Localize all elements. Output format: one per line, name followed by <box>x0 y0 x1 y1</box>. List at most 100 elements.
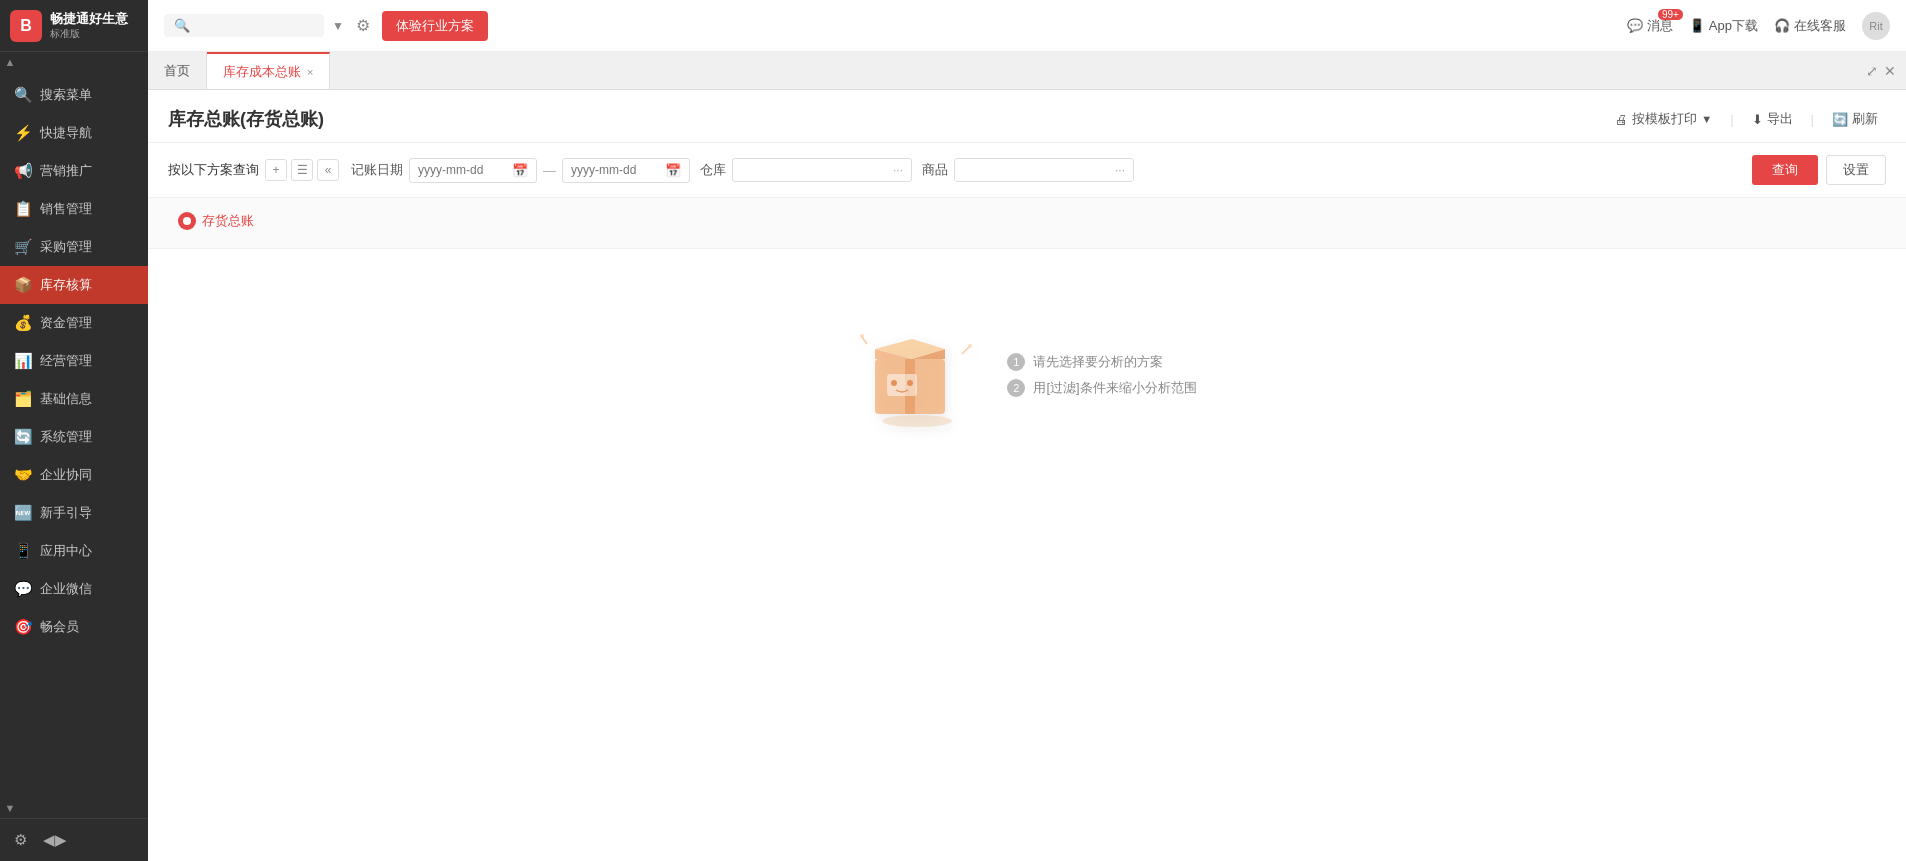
tab-inventory-ledger[interactable]: 库存成本总账 × <box>207 52 330 89</box>
sidebar-label-system: 系统管理 <box>40 428 92 446</box>
mobile-icon: 📱 <box>1689 18 1705 33</box>
app-title: 畅捷通好生意 <box>50 11 128 28</box>
online-support-action[interactable]: 🎧 在线客服 <box>1774 17 1846 35</box>
date-start-input-box[interactable]: 📅 <box>409 158 537 183</box>
sidebar-icon-wechat: 💬 <box>14 580 32 598</box>
sidebar-item-purchase[interactable]: 🛒 采购管理 <box>0 228 148 266</box>
print-icon: 🖨 <box>1615 112 1628 127</box>
svg-point-6 <box>907 380 913 386</box>
sidebar-label-search: 搜索菜单 <box>40 86 92 104</box>
tab-close-all-icon[interactable]: ✕ <box>1884 63 1896 79</box>
sidebar: B 畅捷通好生意 标准版 ▲ 🔍 搜索菜单 ⚡ 快捷导航 📢 营销推广 📋 销售… <box>0 0 148 861</box>
date-filter-group: 记账日期 📅 — 📅 <box>351 158 690 183</box>
add-scheme-btn[interactable]: + <box>265 159 287 181</box>
topbar-actions: 💬 消息 99+ 📱 App下载 🎧 在线客服 Rit <box>1627 12 1890 40</box>
sidebar-icon-app-center: 📱 <box>14 542 32 560</box>
export-btn[interactable]: ⬇ 导出 <box>1744 106 1801 132</box>
sidebar-icon-sales: 📋 <box>14 200 32 218</box>
tabs-bar: 首页 库存成本总账 × ⤢ ✕ <box>148 52 1906 90</box>
sidebar-item-sales[interactable]: 📋 销售管理 <box>0 190 148 228</box>
print-btn[interactable]: 🖨 按模板打印 ▼ <box>1607 106 1720 132</box>
gear-icon[interactable]: ⚙ <box>356 16 370 35</box>
goods-filter-group: 商品 ··· <box>922 158 1134 182</box>
search-icon: 🔍 <box>174 18 190 33</box>
sidebar-icon-purchase: 🛒 <box>14 238 32 256</box>
settings-btn[interactable]: 设置 <box>1826 155 1886 185</box>
sidebar-item-wechat[interactable]: 💬 企业微信 <box>0 570 148 608</box>
tab-close-icon[interactable]: × <box>307 66 313 78</box>
scroll-up-arrow[interactable]: ▲ <box>0 52 20 72</box>
search-input[interactable] <box>194 18 314 33</box>
collapse-scheme-btn[interactable]: « <box>317 159 339 181</box>
sidebar-item-system[interactable]: 🔄 系统管理 <box>0 418 148 456</box>
hint-num-2: 2 <box>1007 379 1025 397</box>
calendar-start-icon[interactable]: 📅 <box>512 163 528 178</box>
sidebar-item-cooperation[interactable]: 🤝 企业协同 <box>0 456 148 494</box>
sidebar-item-marketing[interactable]: 📢 营销推广 <box>0 152 148 190</box>
filter-bar: 按以下方案查询 + ☰ « 记账日期 📅 — � <box>148 143 1906 198</box>
sidebar-item-search[interactable]: 🔍 搜索菜单 <box>0 76 148 114</box>
sidebar-item-member[interactable]: 🎯 畅会员 <box>0 608 148 646</box>
sidebar-item-finance[interactable]: 💰 资金管理 <box>0 304 148 342</box>
message-action[interactable]: 💬 消息 99+ <box>1627 17 1673 35</box>
sidebar-label-wechat: 企业微信 <box>40 580 92 598</box>
chevron-down-icon[interactable]: ▼ <box>332 19 344 33</box>
scheme-item-label: 存货总账 <box>202 212 254 230</box>
goods-more-icon[interactable]: ··· <box>1115 163 1125 177</box>
sidebar-item-quick-nav[interactable]: ⚡ 快捷导航 <box>0 114 148 152</box>
scheme-item-inventory-total[interactable]: 存货总账 <box>168 206 264 236</box>
scheme-panel: 存货总账 <box>148 198 1906 249</box>
print-dropdown-icon[interactable]: ▼ <box>1701 113 1712 125</box>
sidebar-item-guide[interactable]: 🆕 新手引导 <box>0 494 148 532</box>
message-badge: 99+ <box>1658 9 1683 20</box>
svg-point-5 <box>891 380 897 386</box>
date-end-input-box[interactable]: 📅 <box>562 158 690 183</box>
svg-point-10 <box>968 344 972 348</box>
calendar-end-icon[interactable]: 📅 <box>665 163 681 178</box>
refresh-icon: 🔄 <box>1832 112 1848 127</box>
sidebar-label-operations: 经营管理 <box>40 352 92 370</box>
sidebar-icon-finance: 💰 <box>14 314 32 332</box>
sidebar-nav: 🔍 搜索菜单 ⚡ 快捷导航 📢 营销推广 📋 销售管理 🛒 采购管理 📦 库存核… <box>0 72 148 798</box>
topbar: 🔍 ▼ ⚙ 体验行业方案 💬 消息 99+ 📱 App下载 🎧 在线客服 Rit <box>148 0 1906 52</box>
collapse-icon[interactable]: ◀▶ <box>43 831 67 849</box>
settings-icon[interactable]: ⚙ <box>14 831 27 849</box>
sidebar-label-cooperation: 企业协同 <box>40 466 92 484</box>
empty-state: 1 请先选择要分析的方案 2 用[过滤]条件来缩小分析范围 <box>148 249 1906 509</box>
search-box[interactable]: 🔍 <box>164 14 324 37</box>
empty-hint-2: 2 用[过滤]条件来缩小分析范围 <box>1007 379 1196 397</box>
goods-label: 商品 <box>922 161 948 179</box>
page-header: 库存总账(存货总账) 🖨 按模板打印 ▼ | ⬇ 导出 | 🔄 刷新 <box>148 90 1906 143</box>
warehouse-more-icon[interactable]: ··· <box>893 163 903 177</box>
sidebar-icon-system: 🔄 <box>14 428 32 446</box>
svg-point-9 <box>860 334 864 338</box>
warehouse-selector[interactable]: ··· <box>732 158 912 182</box>
sidebar-icon-cooperation: 🤝 <box>14 466 32 484</box>
sidebar-item-inventory[interactable]: 📦 库存核算 <box>0 266 148 304</box>
app-download-action[interactable]: 📱 App下载 <box>1689 17 1758 35</box>
refresh-btn[interactable]: 🔄 刷新 <box>1824 106 1886 132</box>
svg-point-1 <box>882 415 952 427</box>
goods-selector[interactable]: ··· <box>954 158 1134 182</box>
filter-label: 按以下方案查询 <box>168 161 259 179</box>
page-header-actions: 🖨 按模板打印 ▼ | ⬇ 导出 | 🔄 刷新 <box>1607 106 1886 132</box>
sidebar-item-app-center[interactable]: 📱 应用中心 <box>0 532 148 570</box>
query-btn[interactable]: 查询 <box>1752 155 1818 185</box>
hint-num-1: 1 <box>1007 353 1025 371</box>
sidebar-item-basic-info[interactable]: 🗂️ 基础信息 <box>0 380 148 418</box>
tab-expand-icon[interactable]: ⤢ <box>1866 63 1878 79</box>
date-start-input[interactable] <box>418 163 508 177</box>
tab-home[interactable]: 首页 <box>148 52 207 89</box>
empty-hint-1: 1 请先选择要分析的方案 <box>1007 353 1196 371</box>
manage-scheme-btn[interactable]: ☰ <box>291 159 313 181</box>
sidebar-label-basic-info: 基础信息 <box>40 390 92 408</box>
app-subtitle: 标准版 <box>50 27 128 40</box>
sidebar-item-operations[interactable]: 📊 经营管理 <box>0 342 148 380</box>
date-end-input[interactable] <box>571 163 661 177</box>
scroll-down-arrow[interactable]: ▼ <box>0 798 20 818</box>
sidebar-icon-marketing: 📢 <box>14 162 32 180</box>
industry-btn[interactable]: 体验行业方案 <box>382 11 488 41</box>
filter-scheme-section: 按以下方案查询 + ☰ « <box>168 159 339 181</box>
user-avatar[interactable]: Rit <box>1862 12 1890 40</box>
date-label: 记账日期 <box>351 161 403 179</box>
